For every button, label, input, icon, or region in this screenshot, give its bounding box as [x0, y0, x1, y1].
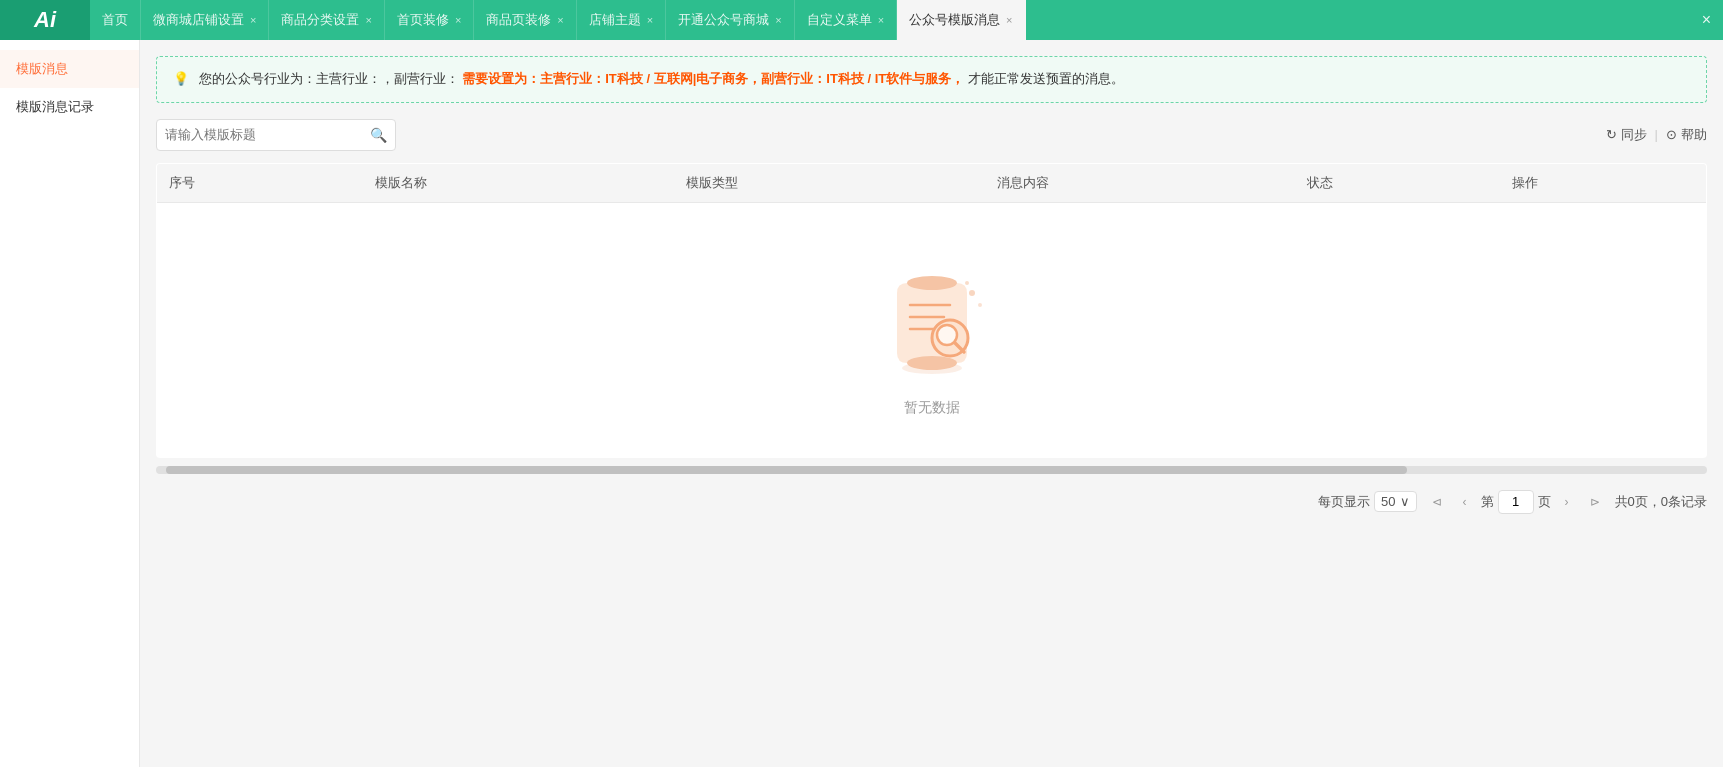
- tab-close-category[interactable]: ×: [365, 15, 371, 26]
- search-row: 🔍 ↻ 同步 | ⊙ 帮助: [156, 119, 1707, 151]
- col-type: 模版类型: [674, 163, 985, 202]
- divider: |: [1655, 127, 1658, 142]
- sync-label: 同步: [1621, 126, 1647, 144]
- page-size-value: 50: [1381, 494, 1395, 509]
- svg-point-2: [907, 356, 957, 370]
- sidebar: 模版消息模版消息记录: [0, 40, 140, 767]
- page-size-dropdown[interactable]: 50 ∨: [1374, 491, 1416, 512]
- empty-illustration: [872, 263, 992, 383]
- tab-label-shop-theme: 店铺主题: [589, 11, 641, 29]
- search-input-wrap[interactable]: 🔍: [156, 119, 396, 151]
- tab-home-deco[interactable]: 首页装修 ×: [385, 0, 474, 40]
- tab-close-home-deco[interactable]: ×: [455, 15, 461, 26]
- page-prefix: 第: [1481, 493, 1494, 511]
- tab-custom-menu[interactable]: 自定义菜单 ×: [795, 0, 897, 40]
- tab-template-msg[interactable]: 公众号模版消息 ×: [897, 0, 1025, 40]
- notice-text-before: 您的公众号行业为：主营行业：，副营行业：: [199, 71, 459, 86]
- tab-label-product-deco: 商品页装修: [486, 11, 551, 29]
- tab-label-home: 首页: [102, 11, 128, 29]
- search-input[interactable]: [165, 127, 370, 142]
- prev-page-button[interactable]: ‹: [1453, 490, 1477, 514]
- tab-close-open-mall[interactable]: ×: [775, 15, 781, 26]
- tab-bar: Ai 首页微商城店铺设置 ×商品分类设置 ×首页装修 ×商品页装修 ×店铺主题 …: [0, 0, 1723, 40]
- sidebar-item-template-record[interactable]: 模版消息记录: [0, 88, 139, 126]
- svg-point-9: [969, 290, 975, 296]
- page-size-select: 每页显示 50 ∨: [1318, 491, 1416, 512]
- pagination: 每页显示 50 ∨ ⊲ ‹ 第 页 › ⊳ 共0页，0条记录: [156, 482, 1707, 522]
- page-number-input[interactable]: [1498, 490, 1534, 514]
- next-page-button[interactable]: ›: [1555, 490, 1579, 514]
- content-area: 💡 您的公众号行业为：主营行业：，副营行业： 需要设置为：主营行业：IT科技 /…: [140, 40, 1723, 767]
- scroll-track[interactable]: [156, 466, 1707, 474]
- col-content: 消息内容: [985, 163, 1296, 202]
- search-icon[interactable]: 🔍: [370, 127, 387, 143]
- first-page-button[interactable]: ⊲: [1425, 490, 1449, 514]
- help-button[interactable]: ⊙ 帮助: [1666, 126, 1707, 144]
- notice-text-after: 才能正常发送预置的消息。: [968, 71, 1124, 86]
- svg-point-10: [978, 303, 982, 307]
- tab-wechat-shop[interactable]: 微商城店铺设置 ×: [141, 0, 269, 40]
- total-info: 共0页，0条记录: [1615, 493, 1707, 511]
- help-icon: ⊙: [1666, 127, 1677, 142]
- tab-product-deco[interactable]: 商品页装修 ×: [474, 0, 576, 40]
- window-close-button[interactable]: ×: [1690, 11, 1723, 29]
- tab-label-template-msg: 公众号模版消息: [909, 11, 1000, 29]
- svg-point-11: [965, 281, 969, 285]
- tab-label-wechat-shop: 微商城店铺设置: [153, 11, 244, 29]
- tab-shop-theme[interactable]: 店铺主题 ×: [577, 0, 666, 40]
- svg-point-1: [907, 276, 957, 290]
- col-name: 模版名称: [363, 163, 674, 202]
- sync-help-area: ↻ 同步 | ⊙ 帮助: [1606, 126, 1707, 144]
- tab-close-custom-menu[interactable]: ×: [878, 15, 884, 26]
- empty-text: 暂无数据: [904, 399, 960, 417]
- col-index: 序号: [157, 163, 364, 202]
- tab-close-template-msg[interactable]: ×: [1006, 15, 1012, 26]
- empty-state: 暂无数据: [157, 203, 1706, 457]
- table-header-row: 序号 模版名称 模版类型 消息内容 状态 操作: [157, 163, 1707, 202]
- sidebar-item-template-msg[interactable]: 模版消息: [0, 50, 139, 88]
- col-status: 状态: [1295, 163, 1499, 202]
- app-logo: Ai: [0, 0, 90, 40]
- tab-close-wechat-shop[interactable]: ×: [250, 15, 256, 26]
- notice-banner: 💡 您的公众号行业为：主营行业：，副营行业： 需要设置为：主营行业：IT科技 /…: [156, 56, 1707, 103]
- tab-close-product-deco[interactable]: ×: [557, 15, 563, 26]
- col-action: 操作: [1500, 163, 1707, 202]
- page-navigation: ⊲ ‹ 第 页 › ⊳: [1425, 490, 1607, 514]
- tab-home[interactable]: 首页: [90, 0, 141, 40]
- main-layout: 模版消息模版消息记录 💡 您的公众号行业为：主营行业：，副营行业： 需要设置为：…: [0, 40, 1723, 767]
- notice-highlight: 需要设置为：主营行业：IT科技 / 互联网|电子商务，副营行业：IT科技 / I…: [462, 71, 964, 86]
- tab-label-home-deco: 首页装修: [397, 11, 449, 29]
- tab-label-open-mall: 开通公众号商城: [678, 11, 769, 29]
- sync-button[interactable]: ↻ 同步: [1606, 126, 1647, 144]
- tab-category[interactable]: 商品分类设置 ×: [269, 0, 384, 40]
- scroll-thumb[interactable]: [166, 466, 1407, 474]
- tab-label-custom-menu: 自定义菜单: [807, 11, 872, 29]
- page-suffix: 页: [1538, 493, 1551, 511]
- data-table: 序号 模版名称 模版类型 消息内容 状态 操作: [156, 163, 1707, 458]
- page-size-label: 每页显示: [1318, 493, 1370, 511]
- last-page-button[interactable]: ⊳: [1583, 490, 1607, 514]
- help-label: 帮助: [1681, 126, 1707, 144]
- tab-open-mall[interactable]: 开通公众号商城 ×: [666, 0, 794, 40]
- tab-close-shop-theme[interactable]: ×: [647, 15, 653, 26]
- sync-icon: ↻: [1606, 127, 1617, 142]
- notice-icon: 💡: [173, 71, 189, 86]
- dropdown-arrow-icon: ∨: [1400, 494, 1410, 509]
- tab-label-category: 商品分类设置: [281, 11, 359, 29]
